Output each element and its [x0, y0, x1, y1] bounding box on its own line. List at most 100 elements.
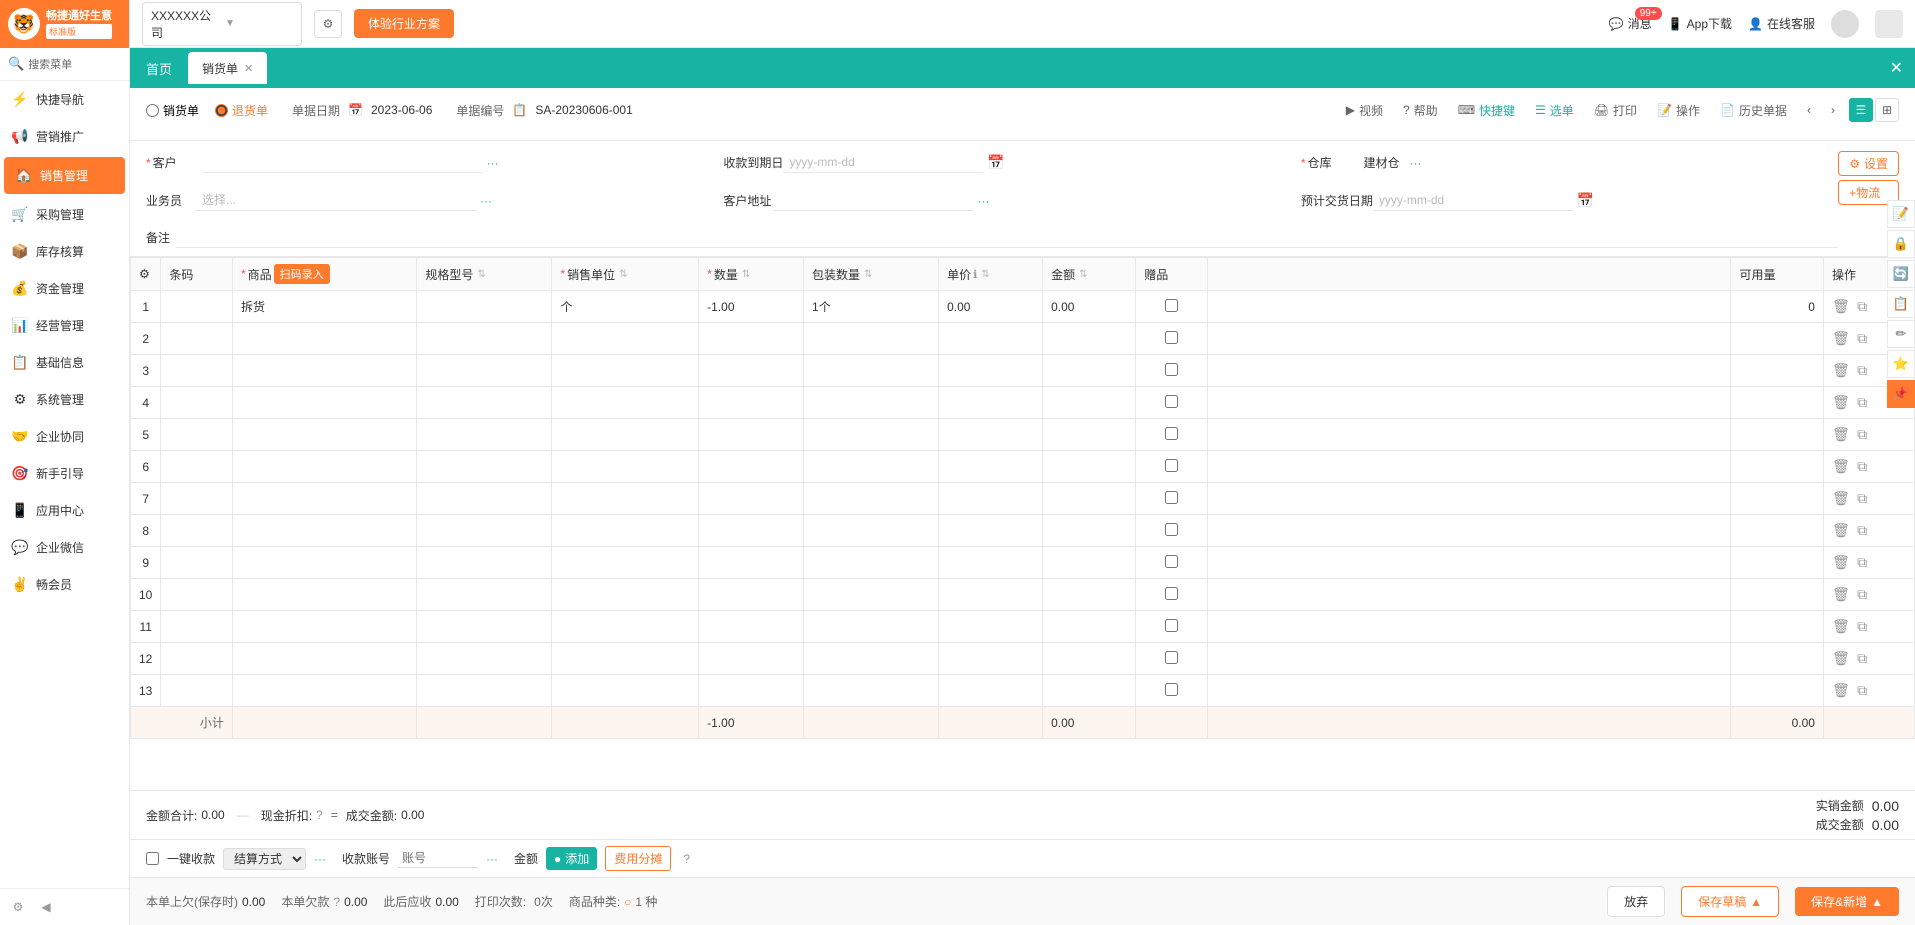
row-qty-4[interactable] — [699, 419, 804, 451]
row-pack-qty-9[interactable] — [804, 579, 939, 611]
row-qty-3[interactable] — [699, 387, 804, 419]
row-product-5[interactable] — [232, 451, 416, 483]
row-pack-qty-3[interactable] — [804, 387, 939, 419]
customer-input[interactable] — [203, 152, 483, 173]
account-input[interactable] — [398, 849, 478, 868]
row-gift-10[interactable] — [1136, 611, 1208, 643]
float-btn-6[interactable]: 📌 — [1887, 380, 1915, 408]
warehouse-picker-icon[interactable]: ··· — [1410, 156, 1422, 170]
row-barcode-7[interactable] — [161, 515, 233, 547]
row-unit-12[interactable] — [552, 675, 699, 707]
debt-help-icon[interactable]: ? — [333, 895, 340, 909]
row-amount-1[interactable] — [1043, 323, 1136, 355]
tab-home[interactable]: 首页 — [130, 48, 188, 88]
radio-sales[interactable]: 销货单 — [146, 102, 199, 119]
delete-row-8-icon[interactable]: 🗑 — [1832, 554, 1850, 570]
row-gift-0[interactable] — [1136, 291, 1208, 323]
delete-row-6-icon[interactable]: 🗑 — [1832, 490, 1850, 506]
row-qty-8[interactable] — [699, 547, 804, 579]
radio-return-input[interactable] — [215, 104, 228, 117]
row-qty-5[interactable] — [699, 451, 804, 483]
delete-row-2-icon[interactable]: 🗑 — [1832, 362, 1850, 378]
message-button[interactable]: 💬 消息 99+ — [1609, 15, 1652, 32]
row-spec-7[interactable] — [417, 515, 552, 547]
row-qty-11[interactable] — [699, 643, 804, 675]
row-unit-10[interactable] — [552, 611, 699, 643]
row-qty-2[interactable] — [699, 355, 804, 387]
tab-sales-order[interactable]: 销货单 ✕ — [188, 52, 267, 84]
row-amount-10[interactable] — [1043, 611, 1136, 643]
row-product-0[interactable]: 拆货 — [232, 291, 416, 323]
row-qty-6[interactable] — [699, 483, 804, 515]
copy-row-2-icon[interactable]: ⧉ — [1857, 362, 1867, 378]
row-qty-12[interactable] — [699, 675, 804, 707]
row-amount-6[interactable] — [1043, 483, 1136, 515]
row-unit-price-1[interactable] — [939, 323, 1043, 355]
expected-date-input[interactable] — [1373, 190, 1573, 211]
row-pack-qty-2[interactable] — [804, 355, 939, 387]
row-product-6[interactable] — [232, 483, 416, 515]
row-spec-6[interactable] — [417, 483, 552, 515]
float-btn-4[interactable]: ✏ — [1887, 320, 1915, 348]
trial-button[interactable]: 体验行业方案 — [354, 9, 454, 38]
row-unit-price-10[interactable] — [939, 611, 1043, 643]
sidebar-item-purchase[interactable]: 🛒 采购管理 — [0, 196, 129, 233]
account-picker-icon[interactable]: ··· — [486, 852, 498, 866]
row-unit-11[interactable] — [552, 643, 699, 675]
salesman-input[interactable] — [196, 190, 476, 211]
copy-row-10-icon[interactable]: ⧉ — [1857, 618, 1867, 634]
row-product-10[interactable] — [232, 611, 416, 643]
row-barcode-4[interactable] — [161, 419, 233, 451]
settings-button[interactable]: ⚙ — [314, 10, 342, 38]
row-unit-price-2[interactable] — [939, 355, 1043, 387]
row-gift-8[interactable] — [1136, 547, 1208, 579]
row-pack-qty-12[interactable] — [804, 675, 939, 707]
row-unit-price-5[interactable] — [939, 451, 1043, 483]
row-gift-3[interactable] — [1136, 387, 1208, 419]
tab-bar-close-icon[interactable]: ✕ — [1890, 58, 1903, 78]
row-amount-5[interactable] — [1043, 451, 1136, 483]
row-gift-4[interactable] — [1136, 419, 1208, 451]
row-unit-price-9[interactable] — [939, 579, 1043, 611]
row-pack-qty-5[interactable] — [804, 451, 939, 483]
copy-row-11-icon[interactable]: ⧉ — [1857, 650, 1867, 666]
nav-prev-btn[interactable]: ‹ — [1801, 101, 1817, 119]
row-gift-12[interactable] — [1136, 675, 1208, 707]
row-barcode-6[interactable] — [161, 483, 233, 515]
table-settings-icon[interactable]: ⚙ — [139, 267, 150, 281]
row-unit-1[interactable] — [552, 323, 699, 355]
save-new-button[interactable]: 保存&新增 ▲ — [1795, 887, 1899, 916]
float-btn-3[interactable]: 📋 — [1887, 290, 1915, 318]
copy-row-1-icon[interactable]: ⧉ — [1857, 330, 1867, 346]
customer-addr-picker-icon[interactable]: ··· — [977, 194, 989, 208]
company-selector[interactable]: XXXXXX公司 ▼ — [142, 2, 302, 46]
sidebar-item-marketing[interactable]: 📢 营销推广 — [0, 118, 129, 155]
copy-row-8-icon[interactable]: ⧉ — [1857, 554, 1867, 570]
sidebar-item-operations[interactable]: 📊 经营管理 — [0, 307, 129, 344]
row-barcode-9[interactable] — [161, 579, 233, 611]
delete-row-12-icon[interactable]: 🗑 — [1832, 682, 1850, 698]
delete-row-9-icon[interactable]: 🗑 — [1832, 586, 1850, 602]
delete-row-11-icon[interactable]: 🗑 — [1832, 650, 1850, 666]
copy-row-4-icon[interactable]: ⧉ — [1857, 426, 1867, 442]
amount-sort-icon[interactable]: ⇅ — [1079, 269, 1087, 280]
price-sort-icon[interactable]: ⇅ — [981, 269, 989, 280]
customer-addr-input[interactable] — [773, 190, 973, 211]
row-barcode-3[interactable] — [161, 387, 233, 419]
search-menu[interactable]: 🔍 搜索菜单 — [0, 48, 129, 81]
row-pack-qty-8[interactable] — [804, 547, 939, 579]
row-product-4[interactable] — [232, 419, 416, 451]
settings-footer-icon[interactable]: ⚙ — [8, 897, 28, 917]
copy-row-3-icon[interactable]: ⧉ — [1857, 394, 1867, 410]
collapse-sidebar-icon[interactable]: ◀ — [36, 897, 56, 917]
sidebar-item-enterprise[interactable]: 🤝 企业协同 — [0, 418, 129, 455]
user-menu[interactable] — [1875, 10, 1903, 38]
unit-sort-icon[interactable]: ⇅ — [619, 269, 627, 280]
toolbar-select-btn[interactable]: ☰ 选单 — [1529, 100, 1580, 121]
date-icon[interactable]: 📅 — [348, 103, 363, 117]
row-product-1[interactable] — [232, 323, 416, 355]
toolbar-shortcut-btn[interactable]: ⌨ 快捷键 — [1452, 100, 1521, 121]
row-pack-qty-4[interactable] — [804, 419, 939, 451]
radio-sales-input[interactable] — [146, 104, 159, 117]
float-btn-5[interactable]: ⭐ — [1887, 350, 1915, 378]
